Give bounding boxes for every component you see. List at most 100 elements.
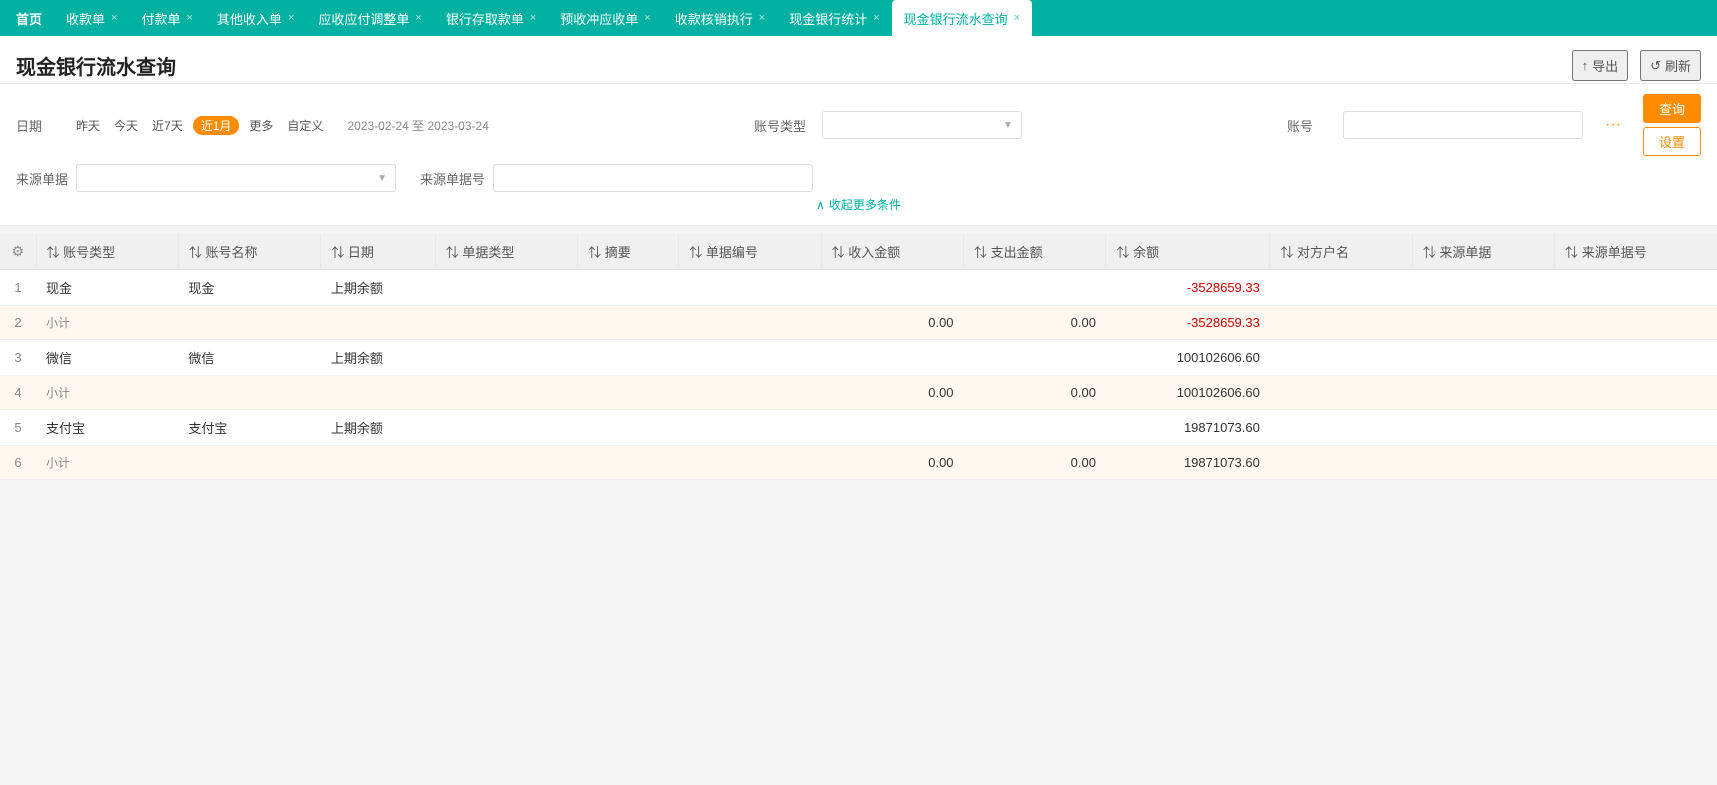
nav-tab-advance[interactable]: 预收冲应收单× [548,0,662,36]
cell-account-type: 小计 [36,446,178,480]
date-option-7days[interactable]: 近7天 [148,116,187,135]
cell-expense [964,340,1106,376]
cell-expense [964,270,1106,306]
cell-date: 上期余额 [321,340,435,376]
data-table: ⚙ ⇅ 账号类型 ⇅ 账号名称 ⇅ 日期 ⇅ 单据类型 ⇅ 摘要 [0,234,1717,480]
cell-counterparty [1270,340,1412,376]
col-doc-num-label: ⇅ 单据编号 [689,245,758,260]
cell-source-doc [1412,376,1554,410]
cell-date [321,306,435,340]
close-tab-icon[interactable]: × [415,12,421,24]
nav-tab-receipt[interactable]: 收款单× [54,0,129,36]
close-tab-icon[interactable]: × [873,12,879,24]
table-row: 6小计0.000.0019871073.60 [0,446,1717,480]
nav-tab-payment[interactable]: 付款单× [129,0,204,36]
nav-tab-cash-flow[interactable]: 现金银行流水查询× [892,0,1032,36]
nav-tab-cash-stat[interactable]: 现金银行统计× [777,0,891,36]
account-type-select[interactable]: ▼ [822,111,1022,139]
nav-tab-collection[interactable]: 收款核销执行× [663,0,777,36]
col-income: ⇅ 收入金额 [821,234,963,270]
close-tab-icon[interactable]: × [288,12,294,24]
refresh-button[interactable]: ↺ 刷新 [1640,50,1701,81]
cell-income: 0.00 [821,446,963,480]
source-doc-num-filter: 来源单据号 [420,164,813,192]
cell-summary [578,410,679,446]
close-tab-icon[interactable]: × [530,12,536,24]
nav-tab-bank-deposit[interactable]: 银行存取款单× [434,0,548,36]
row-num: 2 [0,306,36,340]
cell-income [821,270,963,306]
date-options: 昨天今天近7天近1月更多自定义 [72,116,327,135]
col-source-doc-num: ⇅ 来源单据号 [1555,234,1717,270]
date-option-more[interactable]: 更多 [245,116,277,135]
cell-doc-num [679,306,821,340]
table-body: 1现金现金上期余额-3528659.332小计0.000.00-3528659.… [0,270,1717,480]
col-account-name-label: ⇅ 账号名称 [189,245,258,260]
nav-tab-home[interactable]: 首页 [4,0,54,36]
close-tab-icon[interactable]: × [111,12,117,24]
cell-source-doc-num [1555,446,1717,480]
cell-account-name [178,446,320,480]
source-doc-select[interactable]: ▼ [76,164,396,192]
table-header: ⚙ ⇅ 账号类型 ⇅ 账号名称 ⇅ 日期 ⇅ 单据类型 ⇅ 摘要 [0,234,1717,270]
nav-tab-other-income[interactable]: 其他收入单× [205,0,306,36]
nav-tab-adjust[interactable]: 应收应付调整单× [306,0,433,36]
source-doc-num-label: 来源单据号 [420,169,485,188]
cell-account-name: 现金 [178,270,320,306]
cell-account-name: 支付宝 [178,410,320,446]
cell-doc-type [435,376,577,410]
close-tab-icon[interactable]: × [1014,12,1020,24]
table-header-row: ⚙ ⇅ 账号类型 ⇅ 账号名称 ⇅ 日期 ⇅ 单据类型 ⇅ 摘要 [0,234,1717,270]
cell-source-doc-num [1555,340,1717,376]
cell-account-name: 微信 [178,340,320,376]
query-button[interactable]: 查询 [1643,94,1701,123]
cell-balance: -3528659.33 [1106,306,1270,340]
cell-doc-num [679,446,821,480]
table-row: 1现金现金上期余额-3528659.33 [0,270,1717,306]
header-actions: ↑ 导出 ↺ 刷新 [1572,50,1701,81]
cell-doc-num [679,340,821,376]
col-balance: ⇅ 余额 [1106,234,1270,270]
close-tab-icon[interactable]: × [186,12,192,24]
export-button[interactable]: ↑ 导出 [1572,50,1629,81]
date-option-1month[interactable]: 近1月 [193,116,240,135]
row-num: 3 [0,340,36,376]
cell-expense: 0.00 [964,376,1106,410]
settings-button[interactable]: 设置 [1643,127,1701,156]
close-tab-icon[interactable]: × [759,12,765,24]
close-tab-icon[interactable]: × [644,12,650,24]
date-option-yesterday[interactable]: 昨天 [72,116,104,135]
account-select[interactable] [1343,111,1583,139]
cell-source-doc [1412,410,1554,446]
collapse-up-icon: ∧ [816,198,825,212]
source-doc-num-input[interactable] [493,164,813,192]
col-account-type-label: ⇅ 账号类型 [47,245,116,260]
date-option-custom[interactable]: 自定义 [283,116,327,135]
col-source-doc-label: ⇅ 来源单据 [1423,245,1492,260]
col-doc-type-label: ⇅ 单据类型 [446,245,515,260]
refresh-label: 刷新 [1665,56,1691,75]
cell-date: 上期余额 [321,410,435,446]
page-title: 现金银行流水查询 [16,51,176,80]
account-type-label: 账号类型 [754,116,806,135]
col-counterparty-label: ⇅ 对方户名 [1280,245,1349,260]
col-source-doc-num-label: ⇅ 来源单据号 [1565,245,1647,260]
collapse-bar[interactable]: ∧ 收起更多条件 [16,192,1701,215]
cell-source-doc [1412,446,1554,480]
cell-expense: 0.00 [964,446,1106,480]
cell-income [821,340,963,376]
cell-expense [964,410,1106,446]
cell-doc-type [435,446,577,480]
cell-date [321,376,435,410]
col-expense: ⇅ 支出金额 [964,234,1106,270]
date-option-today[interactable]: 今天 [110,116,142,135]
account-dots-button[interactable]: ··· [1599,114,1627,136]
cell-balance: 100102606.60 [1106,340,1270,376]
gear-icon[interactable]: ⚙ [11,243,24,259]
collapse-label: 收起更多条件 [829,196,901,213]
cell-account-name [178,376,320,410]
row-num: 6 [0,446,36,480]
filter-row-2: 来源单据 ▼ 来源单据号 [16,164,1701,192]
cell-account-type: 支付宝 [36,410,178,446]
cell-expense: 0.00 [964,306,1106,340]
